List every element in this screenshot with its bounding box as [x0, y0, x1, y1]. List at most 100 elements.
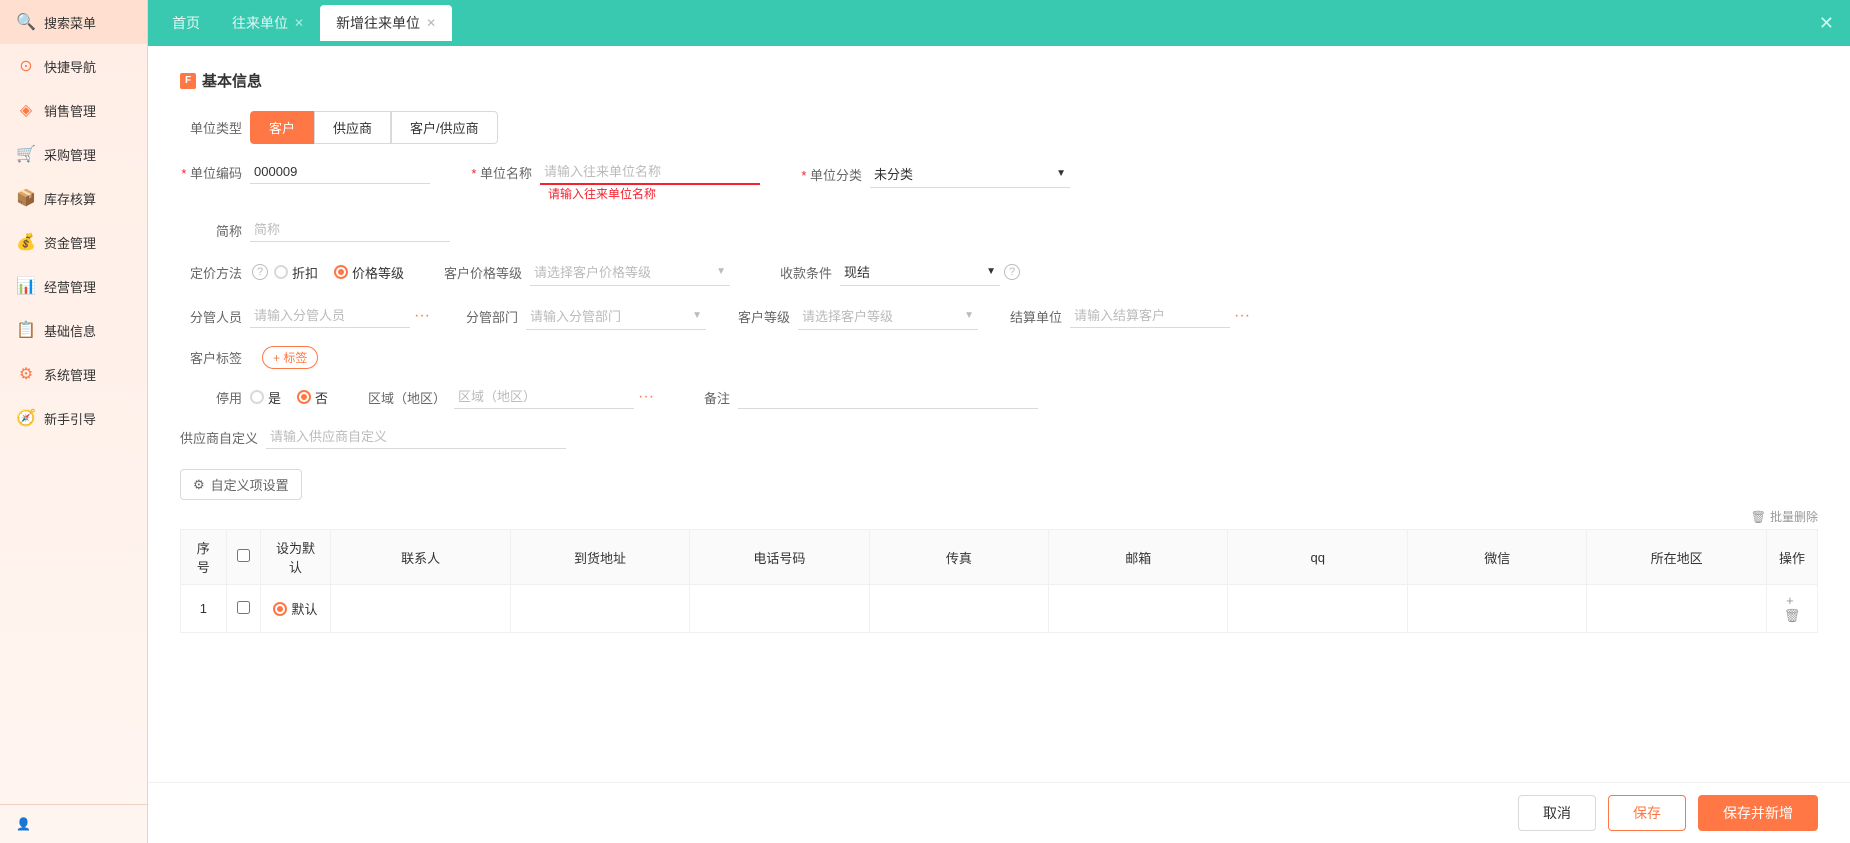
- payment-terms-field: 收款条件 现结 ▼ ?: [770, 258, 1020, 286]
- unit-code-input[interactable]: [250, 160, 430, 184]
- col-action: 操作: [1766, 530, 1817, 585]
- sidebar-item-purchase[interactable]: 🛒 采购管理: [0, 132, 147, 176]
- manager-more-btn[interactable]: ···: [410, 307, 434, 325]
- sidebar-item-basic[interactable]: 📋 基础信息: [0, 308, 147, 352]
- department-select[interactable]: 请输入分管部门 ▼: [526, 302, 706, 330]
- region-input[interactable]: [454, 385, 634, 409]
- row-phone[interactable]: [690, 585, 869, 633]
- qq-input[interactable]: [1238, 601, 1397, 616]
- delete-row-btn[interactable]: 🗑: [1784, 608, 1801, 623]
- address-input[interactable]: [521, 601, 679, 616]
- unit-category-chevron: ▼: [1056, 168, 1066, 179]
- sidebar-item-quicknav[interactable]: ⊙ 快捷导航: [0, 44, 147, 88]
- table-toolbar: 🗑 批量删除: [180, 508, 1818, 525]
- row-default-circle: [273, 602, 287, 616]
- email-input[interactable]: [1059, 601, 1217, 616]
- unit-code-field: 单位编码: [180, 160, 430, 184]
- purchase-icon: 🛒: [16, 144, 36, 164]
- row-check[interactable]: [226, 585, 260, 633]
- select-all-checkbox[interactable]: [237, 549, 250, 562]
- short-name-row: 简称: [180, 218, 1818, 242]
- type-btn-both[interactable]: 客户/供应商: [391, 111, 498, 144]
- row-default-radio[interactable]: 默认: [271, 599, 321, 618]
- gear-icon: ⚙: [193, 477, 205, 493]
- unit-category-select[interactable]: 未分类 ▼: [870, 160, 1070, 188]
- sidebar-item-sales[interactable]: ◈ 销售管理: [0, 88, 147, 132]
- unit-code-label: 单位编码: [180, 163, 250, 182]
- radio-yes-label: 是: [268, 388, 281, 407]
- sidebar-item-label: 基础信息: [44, 321, 96, 340]
- settlement-label: 结算单位: [1010, 307, 1070, 326]
- sidebar-item-search[interactable]: 🔍 搜索菜单: [0, 0, 147, 44]
- tab-new-partner-close[interactable]: ✕: [426, 16, 436, 30]
- payment-terms-label: 收款条件: [770, 263, 840, 282]
- region-more-btn[interactable]: ···: [634, 388, 658, 406]
- cust-price-level-select[interactable]: 请选择客户价格等级 ▼: [530, 258, 730, 286]
- unit-name-input[interactable]: [540, 160, 760, 185]
- col-wechat: 微信: [1408, 530, 1587, 585]
- contact-table: 序号 设为默认 联系人 到货地址 电话号码 传真 邮箱 qq 微信 所在地区 操…: [180, 529, 1818, 633]
- batch-delete-btn[interactable]: 🗑 批量删除: [1751, 508, 1818, 525]
- col-no: 序号: [181, 530, 227, 585]
- unit-name-error: 请输入往来单位名称: [548, 185, 760, 202]
- payment-terms-select[interactable]: 现结 ▼: [840, 258, 1000, 286]
- row-contact[interactable]: [331, 585, 510, 633]
- fax-input[interactable]: [880, 601, 1038, 616]
- settlement-input[interactable]: [1070, 304, 1230, 328]
- remark-input[interactable]: [738, 385, 1038, 409]
- row-fax[interactable]: [869, 585, 1048, 633]
- phone-input[interactable]: [700, 601, 858, 616]
- settlement-more-btn[interactable]: ···: [1230, 307, 1254, 325]
- sidebar-item-finance[interactable]: 💰 资金管理: [0, 220, 147, 264]
- sidebar-item-operation[interactable]: 📊 经营管理: [0, 264, 147, 308]
- row-checkbox[interactable]: [237, 601, 250, 614]
- tab-new-partner[interactable]: 新增往来单位 ✕: [320, 5, 452, 41]
- type-btn-supplier[interactable]: 供应商: [314, 111, 391, 144]
- add-row-btn[interactable]: +: [1786, 593, 1794, 608]
- tab-partner-close[interactable]: ✕: [294, 16, 304, 30]
- disabled-label: 停用: [180, 388, 250, 407]
- row-region[interactable]: [1587, 585, 1766, 633]
- supplier-custom-row: 供应商自定义: [180, 425, 1818, 449]
- radio-yes[interactable]: 是: [250, 388, 281, 407]
- search-icon: 🔍: [16, 12, 36, 32]
- payment-help-icon[interactable]: ?: [1004, 264, 1020, 280]
- region-label: 区域（地区）: [368, 388, 454, 407]
- row-qq[interactable]: [1228, 585, 1408, 633]
- unit-name-label: 单位名称: [470, 163, 540, 182]
- customer-level-select[interactable]: 请选择客户等级 ▼: [798, 302, 978, 330]
- unit-name-group: 单位名称 请输入往来单位名称: [470, 160, 760, 202]
- add-tag-button[interactable]: + 标签: [262, 346, 318, 369]
- remark-field: 备注: [698, 385, 1038, 409]
- cancel-button[interactable]: 取消: [1518, 795, 1596, 831]
- table-row: 1 默认: [181, 585, 1818, 633]
- guide-icon: 🧭: [16, 408, 36, 428]
- tab-home[interactable]: 首页: [156, 5, 216, 41]
- short-name-label: 简称: [180, 221, 250, 240]
- close-all-tabs[interactable]: ✕: [1811, 13, 1842, 34]
- short-name-input[interactable]: [250, 218, 450, 242]
- supplier-custom-input[interactable]: [266, 425, 566, 449]
- save-and-new-button[interactable]: 保存并新增: [1698, 795, 1818, 831]
- save-button[interactable]: 保存: [1608, 795, 1686, 831]
- radio-discount[interactable]: 折扣: [274, 263, 318, 282]
- manager-input[interactable]: [250, 304, 410, 328]
- sidebar-item-guide[interactable]: 🧭 新手引导: [0, 396, 147, 440]
- region-table-input[interactable]: [1597, 601, 1755, 616]
- radio-no[interactable]: 否: [297, 388, 328, 407]
- row-wechat[interactable]: [1408, 585, 1587, 633]
- wechat-input[interactable]: [1418, 601, 1576, 616]
- tab-partner[interactable]: 往来单位 ✕: [216, 5, 320, 41]
- contact-input[interactable]: [341, 601, 499, 616]
- unit-category-label: 单位分类: [800, 165, 870, 184]
- row-address[interactable]: [510, 585, 689, 633]
- type-btn-customer[interactable]: 客户: [250, 111, 314, 144]
- sidebar-item-system[interactable]: ⚙ 系统管理: [0, 352, 147, 396]
- customize-settings-btn[interactable]: ⚙ 自定义项设置: [180, 469, 302, 500]
- pricing-help-icon[interactable]: ?: [252, 264, 268, 280]
- manager-row: 分管人员 ··· 分管部门 请输入分管部门 ▼ 客户等级 请选择客户等级 ▼: [180, 302, 1818, 330]
- row-email[interactable]: [1049, 585, 1228, 633]
- sidebar-item-inventory[interactable]: 📦 库存核算: [0, 176, 147, 220]
- customer-level-field: 客户等级 请选择客户等级 ▼: [738, 302, 978, 330]
- radio-price-level[interactable]: 价格等级: [334, 263, 404, 282]
